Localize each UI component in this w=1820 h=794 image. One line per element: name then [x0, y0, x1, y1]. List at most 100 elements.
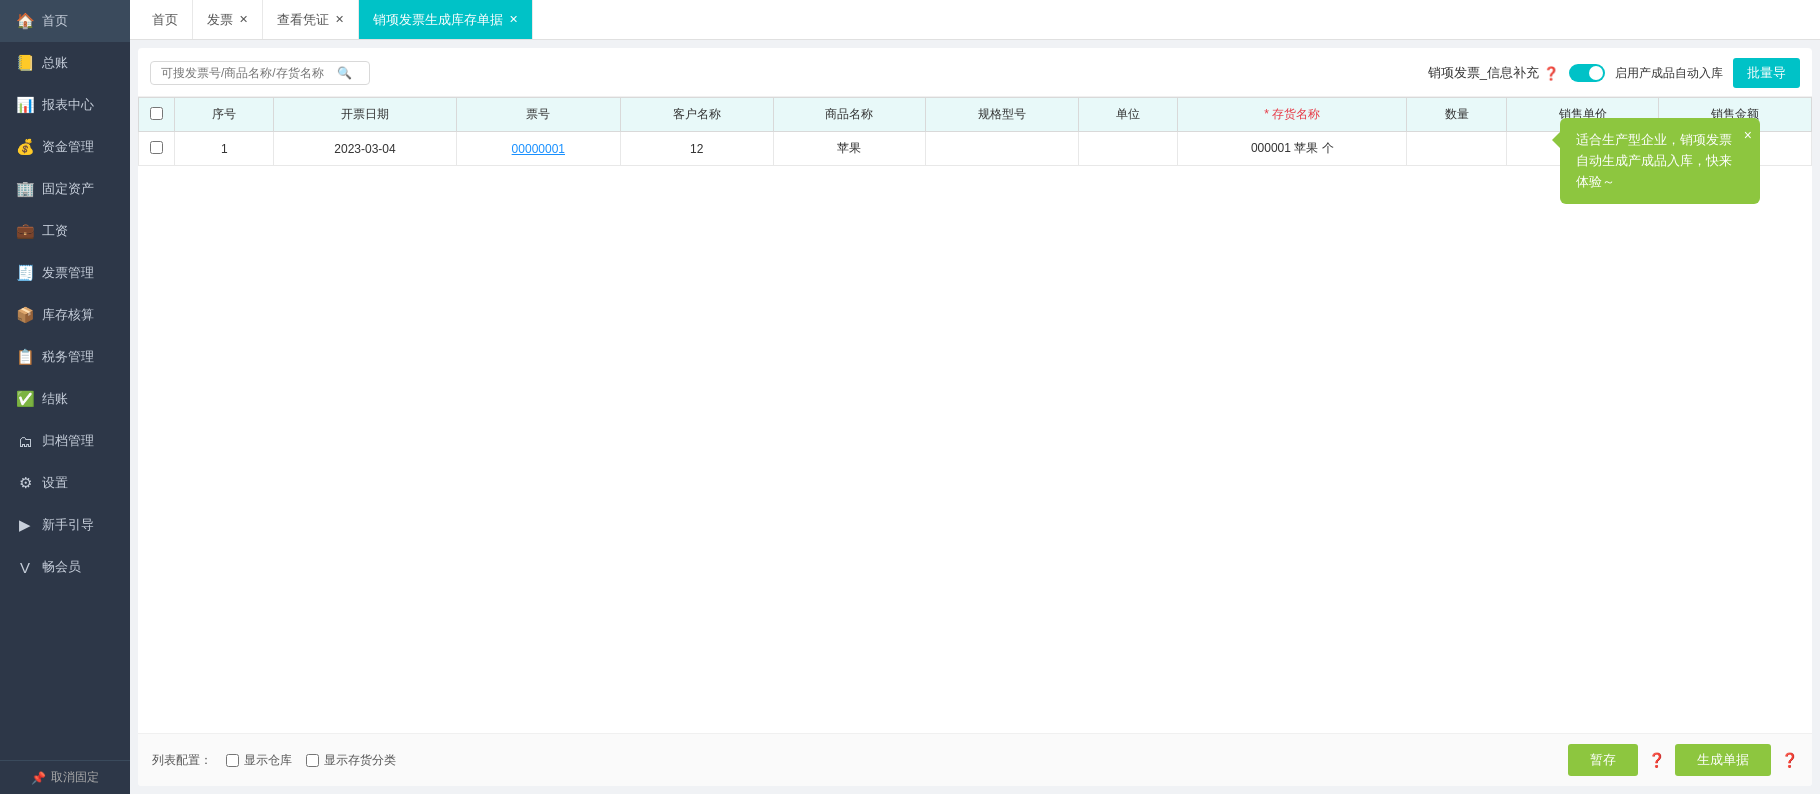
bottom-actions: 暂存 ❓ 生成单据 ❓: [1568, 744, 1798, 776]
cell-unit-0: [1078, 132, 1177, 166]
sidebar-label-fund: 资金管理: [42, 138, 94, 156]
col-header-customer: 客户名称: [621, 98, 774, 132]
ticket-number-link[interactable]: 00000001: [512, 142, 565, 156]
sidebar-item-archive[interactable]: 🗂归档管理: [0, 420, 130, 462]
sidebar-item-guide[interactable]: ▶ 新手引导: [0, 504, 130, 546]
cancel-pin-label: 取消固定: [51, 769, 99, 786]
generate-help-icon[interactable]: ❓: [1781, 752, 1798, 768]
col-header-date: 开票日期: [274, 98, 456, 132]
auto-warehouse-toggle[interactable]: [1569, 64, 1605, 82]
select-all-checkbox[interactable]: [150, 107, 163, 120]
search-box[interactable]: 🔍: [150, 61, 370, 85]
ledger-icon: 📒: [16, 54, 34, 72]
show-category-input[interactable]: [306, 754, 319, 767]
inventory-icon: 📦: [16, 306, 34, 324]
sidebar-item-hr[interactable]: 💼 工资: [0, 210, 130, 252]
bottom-bar: 列表配置： 显示仓库 显示存货分类 暂存 ❓ 生成单据 ❓: [138, 733, 1812, 786]
show-warehouse-label: 显示仓库: [244, 752, 292, 769]
list-config-label: 列表配置：: [152, 752, 212, 769]
search-icon: 🔍: [337, 66, 352, 80]
col-header-model: 规格型号: [926, 98, 1079, 132]
row-checkbox[interactable]: [150, 141, 163, 154]
sidebar-label-ledger: 总账: [42, 54, 68, 72]
cell-date-0: 2023-03-04: [274, 132, 456, 166]
toolbar-right: 销项发票_信息补充 ❓ 启用产成品自动入库 批量导: [1428, 58, 1800, 88]
cell-number-0[interactable]: 00000001: [456, 132, 620, 166]
tab-label-home: 首页: [152, 11, 178, 29]
info-icon[interactable]: ❓: [1543, 66, 1559, 81]
batch-button[interactable]: 批量导: [1733, 58, 1800, 88]
col-header-inventory: * 存货名称: [1178, 98, 1407, 132]
show-warehouse-input[interactable]: [226, 754, 239, 767]
vip-icon: V: [16, 559, 34, 576]
sidebar-item-vip[interactable]: V畅会员: [0, 546, 130, 588]
enable-label: 启用产成品自动入库: [1615, 65, 1723, 82]
pin-icon: 📌: [31, 771, 46, 785]
sidebar: 🏠首页 📒 总账 📊 报表中心 💰资金管理 🏢 固定资产 💼 工资 🧾 发票管理 📦 库存核算 📋 税务管理 ✅…: [0, 0, 130, 794]
save-button[interactable]: 暂存: [1568, 744, 1638, 776]
sidebar-label-tax: 税务管理: [42, 348, 94, 366]
tooltip-close-button[interactable]: ×: [1744, 124, 1752, 146]
cell-checkbox-0[interactable]: [139, 132, 175, 166]
sidebar-label-guide: 新手引导: [42, 516, 94, 534]
tooltip-text: 适合生产型企业，销项发票自动生成产成品入库，快来体验～: [1576, 132, 1732, 189]
sidebar-label-inventory: 库存核算: [42, 306, 94, 324]
save-help-icon[interactable]: ❓: [1648, 752, 1665, 768]
invoice-icon: 🧾: [16, 264, 34, 282]
col-header-number: 票号: [456, 98, 620, 132]
col-header-quantity: 数量: [1407, 98, 1506, 132]
sidebar-item-reports[interactable]: 📊 报表中心: [0, 84, 130, 126]
tab-label-main: 销项发票生成库存单据: [373, 11, 503, 29]
cell-index-0: 1: [175, 132, 274, 166]
col-header-checkbox: [139, 98, 175, 132]
tab-home[interactable]: 首页: [138, 0, 193, 39]
sidebar-item-tax[interactable]: 📋 税务管理: [0, 336, 130, 378]
sidebar-label-invoice: 发票管理: [42, 264, 94, 282]
hr-icon: 💼: [16, 222, 34, 240]
tab-invoice[interactable]: 发票 ✕: [193, 0, 263, 39]
assets-icon: 🏢: [16, 180, 34, 198]
sidebar-item-fund[interactable]: 💰资金管理: [0, 126, 130, 168]
sidebar-item-assets[interactable]: 🏢 固定资产: [0, 168, 130, 210]
show-category-checkbox[interactable]: 显示存货分类: [306, 752, 396, 769]
cell-product-0: 苹果: [773, 132, 926, 166]
sidebar-item-home[interactable]: 🏠首页: [0, 0, 130, 42]
cell-inventory-0: 000001 苹果 个: [1178, 132, 1407, 166]
info-label: 销项发票_信息补充 ❓: [1428, 64, 1559, 82]
cell-model-0: [926, 132, 1079, 166]
sidebar-item-inventory[interactable]: 📦 库存核算: [0, 294, 130, 336]
archive-icon: 🗂: [16, 433, 34, 450]
tab-label-invoice: 发票: [207, 11, 233, 29]
sidebar-item-settings[interactable]: ⚙设置: [0, 462, 130, 504]
sidebar-label-hr: 工资: [42, 222, 68, 240]
tab-bar: 首页 发票 ✕ 查看凭证 ✕ 销项发票生成库存单据 ✕: [130, 0, 1820, 40]
tab-close-voucher[interactable]: ✕: [335, 14, 344, 25]
reports-icon: 📊: [16, 96, 34, 114]
col-header-index: 序号: [175, 98, 274, 132]
toolbar: 🔍 销项发票_信息补充 ❓ 启用产成品自动入库 批量导: [138, 48, 1812, 97]
sidebar-label-home: 首页: [42, 12, 68, 30]
tab-close-invoice[interactable]: ✕: [239, 14, 248, 25]
generate-button[interactable]: 生成单据: [1675, 744, 1771, 776]
show-warehouse-checkbox[interactable]: 显示仓库: [226, 752, 292, 769]
sidebar-item-settle[interactable]: ✅结账: [0, 378, 130, 420]
tab-main[interactable]: 销项发票生成库存单据 ✕: [359, 0, 533, 39]
sidebar-label-settings: 设置: [42, 474, 68, 492]
sidebar-label-assets: 固定资产: [42, 180, 94, 198]
tab-voucher[interactable]: 查看凭证 ✕: [263, 0, 359, 39]
cell-quantity-0: [1407, 132, 1506, 166]
col-header-product: 商品名称: [773, 98, 926, 132]
tax-icon: 📋: [16, 348, 34, 366]
search-input[interactable]: [161, 66, 331, 80]
guide-icon: ▶: [16, 516, 34, 534]
list-config: 列表配置： 显示仓库 显示存货分类: [152, 752, 396, 769]
tab-close-main[interactable]: ✕: [509, 14, 518, 25]
toolbar-left: 🔍: [150, 61, 370, 85]
tab-label-voucher: 查看凭证: [277, 11, 329, 29]
sidebar-item-invoice[interactable]: 🧾 发票管理: [0, 252, 130, 294]
sidebar-label-reports: 报表中心: [42, 96, 94, 114]
show-category-label: 显示存货分类: [324, 752, 396, 769]
cancel-pin-button[interactable]: 📌 取消固定: [0, 760, 130, 794]
sidebar-label-settle: 结账: [42, 390, 68, 408]
sidebar-item-ledger[interactable]: 📒 总账: [0, 42, 130, 84]
